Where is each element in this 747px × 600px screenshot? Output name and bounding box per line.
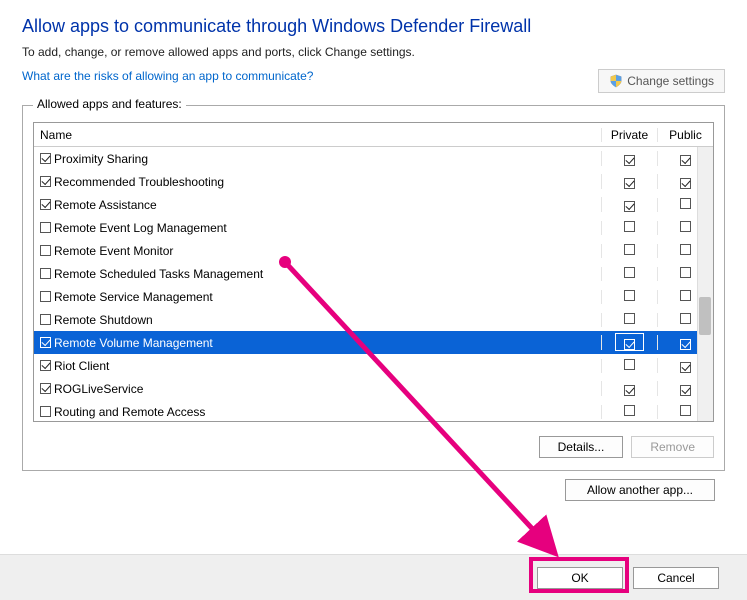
table-body[interactable]: Proximity Sharing Recommended Troubleshoo… — [34, 147, 713, 421]
column-name-header[interactable]: Name — [34, 128, 601, 142]
allowed-apps-group: Allowed apps and features: Name Private … — [22, 105, 725, 471]
table-row[interactable]: Remote Event Monitor — [34, 239, 713, 262]
shield-icon — [609, 74, 623, 88]
allow-another-app-button[interactable]: Allow another app... — [565, 479, 715, 501]
app-enabled-checkbox[interactable] — [40, 291, 51, 302]
app-enabled-checkbox[interactable] — [40, 245, 51, 256]
app-private-checkbox[interactable] — [624, 359, 635, 370]
app-name-label: Recommended Troubleshooting — [54, 175, 224, 189]
table-row[interactable]: Routing and Remote Access — [34, 400, 713, 421]
apps-table: Name Private Public Proximity Sharing Rec… — [33, 122, 714, 422]
column-private-header[interactable]: Private — [601, 128, 657, 142]
app-name-label: Remote Event Log Management — [54, 221, 227, 235]
table-row[interactable]: Recommended Troubleshooting — [34, 170, 713, 193]
app-name-label: Remote Scheduled Tasks Management — [54, 267, 263, 281]
app-name-label: Remote Volume Management — [54, 336, 213, 350]
details-button[interactable]: Details... — [539, 436, 624, 458]
risks-link[interactable]: What are the risks of allowing an app to… — [22, 69, 313, 83]
table-header: Name Private Public — [34, 123, 713, 147]
table-row[interactable]: Remote Event Log Management — [34, 216, 713, 239]
app-name-label: Remote Shutdown — [54, 313, 153, 327]
app-enabled-checkbox[interactable] — [40, 314, 51, 325]
table-row[interactable]: Remote Volume Management — [34, 331, 713, 354]
app-name-label: ROGLiveService — [54, 382, 143, 396]
app-private-checkbox[interactable] — [624, 201, 635, 212]
app-enabled-checkbox[interactable] — [40, 268, 51, 279]
app-public-checkbox[interactable] — [680, 362, 691, 373]
app-name-label: Remote Service Management — [54, 290, 213, 304]
table-row[interactable]: Riot Client — [34, 354, 713, 377]
page-subtitle: To add, change, or remove allowed apps a… — [22, 45, 725, 59]
app-private-checkbox[interactable] — [624, 267, 635, 278]
app-private-checkbox[interactable] — [624, 155, 635, 166]
table-row[interactable]: Remote Assistance — [34, 193, 713, 216]
remove-button: Remove — [631, 436, 714, 458]
app-enabled-checkbox[interactable] — [40, 406, 51, 417]
app-public-checkbox[interactable] — [680, 155, 691, 166]
app-enabled-checkbox[interactable] — [40, 337, 51, 348]
app-name-label: Remote Assistance — [54, 198, 157, 212]
column-public-header[interactable]: Public — [657, 128, 713, 142]
scroll-thumb[interactable] — [699, 297, 711, 335]
change-settings-label: Change settings — [627, 74, 714, 88]
cancel-button[interactable]: Cancel — [633, 567, 719, 589]
app-public-checkbox[interactable] — [680, 244, 691, 255]
app-public-checkbox[interactable] — [680, 267, 691, 278]
app-private-checkbox[interactable] — [624, 313, 635, 324]
app-public-checkbox[interactable] — [680, 405, 691, 416]
app-enabled-checkbox[interactable] — [40, 153, 51, 164]
app-private-checkbox[interactable] — [624, 385, 635, 396]
app-name-label: Riot Client — [54, 359, 109, 373]
app-enabled-checkbox[interactable] — [40, 176, 51, 187]
app-public-checkbox[interactable] — [680, 198, 691, 209]
app-private-checkbox[interactable] — [624, 221, 635, 232]
table-row[interactable]: ROGLiveService — [34, 377, 713, 400]
page-title: Allow apps to communicate through Window… — [22, 16, 725, 37]
app-public-checkbox[interactable] — [680, 221, 691, 232]
app-enabled-checkbox[interactable] — [40, 222, 51, 233]
app-enabled-checkbox[interactable] — [40, 199, 51, 210]
dialog-footer: OK Cancel — [0, 554, 747, 600]
app-public-checkbox[interactable] — [680, 178, 691, 189]
app-private-checkbox[interactable] — [624, 244, 635, 255]
group-label: Allowed apps and features: — [33, 97, 186, 111]
app-enabled-checkbox[interactable] — [40, 360, 51, 371]
app-private-checkbox[interactable] — [624, 405, 635, 416]
table-row[interactable]: Proximity Sharing — [34, 147, 713, 170]
app-public-checkbox[interactable] — [680, 290, 691, 301]
app-name-label: Routing and Remote Access — [54, 405, 205, 419]
table-row[interactable]: Remote Service Management — [34, 285, 713, 308]
app-name-label: Remote Event Monitor — [54, 244, 173, 258]
app-private-checkbox[interactable] — [624, 339, 635, 350]
app-enabled-checkbox[interactable] — [40, 383, 51, 394]
app-name-label: Proximity Sharing — [54, 152, 148, 166]
table-row[interactable]: Remote Shutdown — [34, 308, 713, 331]
ok-button[interactable]: OK — [537, 567, 623, 589]
table-row[interactable]: Remote Scheduled Tasks Management — [34, 262, 713, 285]
app-public-checkbox[interactable] — [680, 313, 691, 324]
app-private-checkbox[interactable] — [624, 178, 635, 189]
app-public-checkbox[interactable] — [680, 385, 691, 396]
scrollbar[interactable] — [697, 147, 713, 421]
app-public-checkbox[interactable] — [680, 339, 691, 350]
change-settings-button[interactable]: Change settings — [598, 69, 725, 93]
app-private-checkbox[interactable] — [624, 290, 635, 301]
